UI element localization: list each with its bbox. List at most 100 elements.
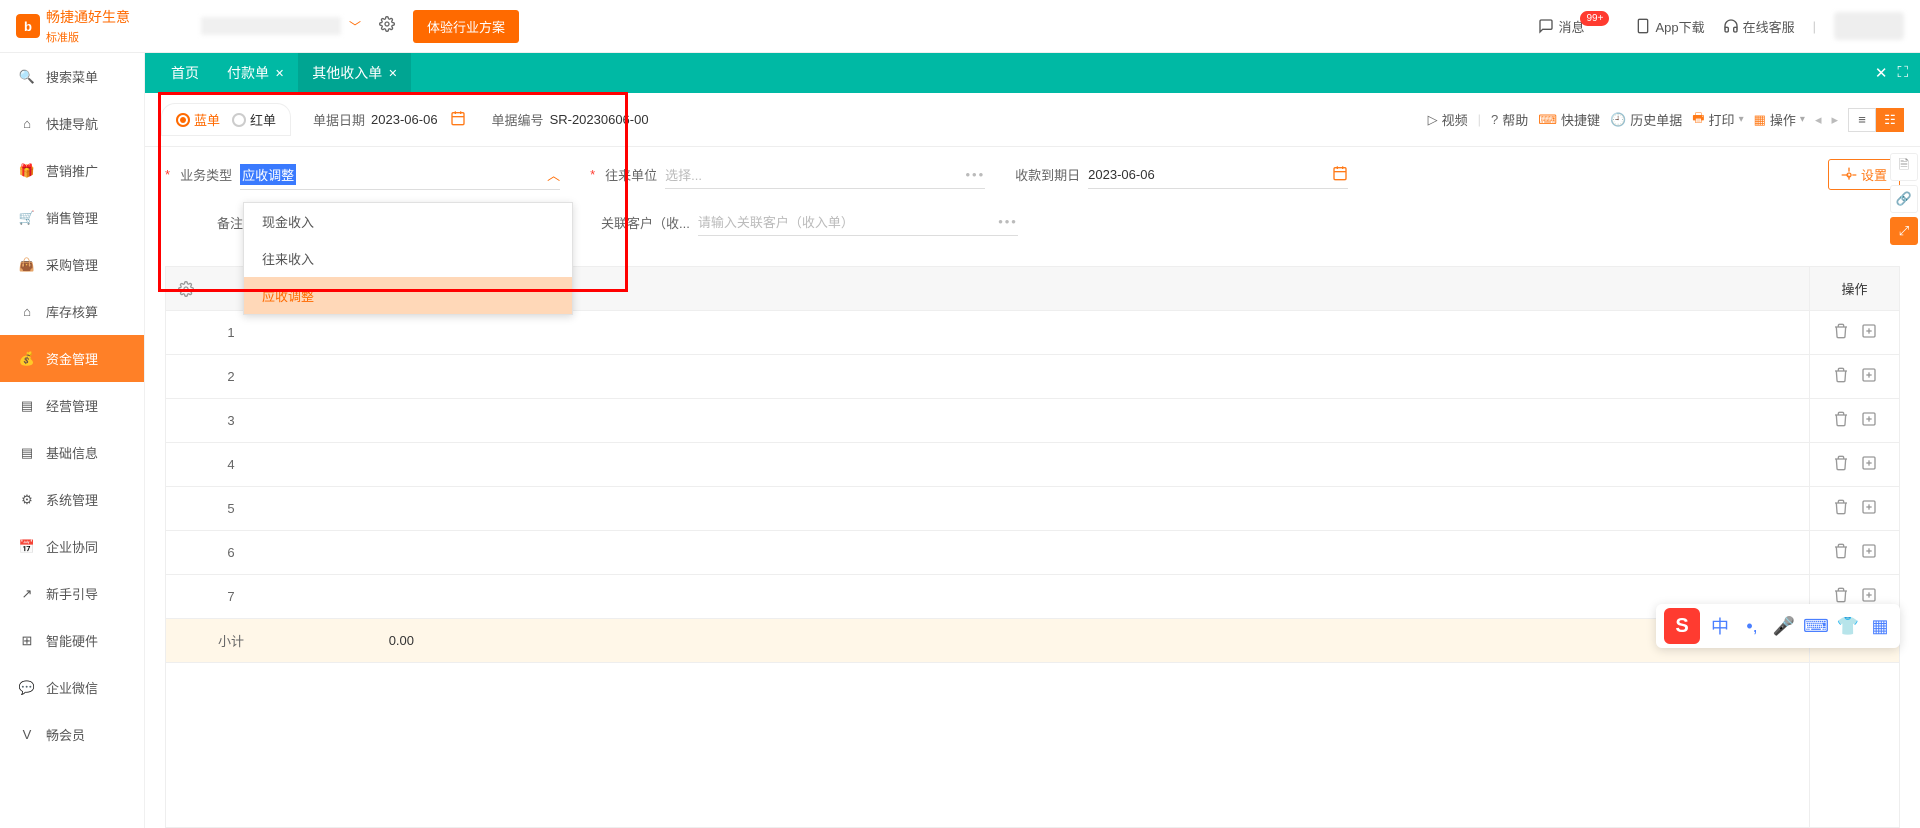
sidebar-item-11[interactable]: ↗新手引导 (0, 570, 144, 617)
ime-punct-icon[interactable]: •, (1740, 614, 1764, 638)
org-selector[interactable]: ﹀ (201, 17, 361, 35)
user-avatar-redacted[interactable] (1834, 12, 1904, 40)
sidebar-item-14[interactable]: V畅会员 (0, 711, 144, 758)
video-link[interactable]: ▷视频 (1428, 110, 1468, 129)
add-icon[interactable] (1861, 323, 1877, 342)
shortcut-link[interactable]: ⌨快捷键 (1538, 110, 1600, 129)
sidebar-item-5[interactable]: ⌂库存核算 (0, 288, 144, 335)
table-row[interactable]: 7 (166, 575, 1809, 619)
tab-2[interactable]: 其他收入单✕ (298, 53, 411, 93)
sidebar-item-13[interactable]: 💬企业微信 (0, 664, 144, 711)
close-icon[interactable]: ✕ (275, 67, 284, 80)
print-link[interactable]: 🖶打印▾ (1692, 109, 1743, 131)
dropdown-option-0[interactable]: 现金收入 (244, 203, 572, 240)
next-arrow-icon[interactable]: ▸ (1831, 112, 1838, 128)
logo[interactable]: b 畅捷通好生意 标准版 (16, 7, 161, 45)
delete-icon[interactable] (1833, 499, 1849, 518)
column-settings-button[interactable] (166, 281, 206, 297)
add-icon[interactable] (1861, 499, 1877, 518)
bag-icon: 👜 (18, 256, 36, 274)
sidebar-item-label: 采购管理 (46, 255, 98, 274)
radio-blue[interactable]: 蓝单 (176, 110, 220, 129)
box-icon: ⌂ (18, 303, 36, 321)
ime-keyboard-icon[interactable]: ⌨ (1804, 614, 1828, 638)
view-card-button[interactable]: ☷ (1876, 108, 1904, 132)
sidebar-item-0[interactable]: 🔍搜索菜单 (0, 53, 144, 100)
biz-type-select[interactable]: 应收调整 ︿ (240, 160, 560, 190)
sidebar-item-3[interactable]: 🛒销售管理 (0, 194, 144, 241)
help-link[interactable]: ?帮助 (1491, 110, 1528, 129)
sidebar-item-label: 基础信息 (46, 443, 98, 462)
dropdown-option-1[interactable]: 往来收入 (244, 240, 572, 277)
ime-mode-button[interactable]: 中 (1708, 614, 1732, 638)
sidebar-item-9[interactable]: ⚙系统管理 (0, 476, 144, 523)
table-row[interactable]: 1 (166, 311, 1809, 355)
rail-expand-icon[interactable]: ⤢ (1890, 217, 1918, 245)
table-row[interactable]: 5 (166, 487, 1809, 531)
chevron-up-icon: ︿ (547, 165, 560, 184)
partner-select[interactable]: 选择... ••• (665, 161, 985, 189)
sidebar-item-12[interactable]: ⊞智能硬件 (0, 617, 144, 664)
row-number: 6 (206, 545, 256, 560)
calendar-icon: 📅 (18, 538, 36, 556)
tab-1[interactable]: 付款单✕ (213, 53, 298, 93)
close-icon[interactable]: ✕ (388, 67, 397, 80)
partner-placeholder: 选择... (665, 165, 702, 184)
add-icon[interactable] (1861, 367, 1877, 386)
delete-icon[interactable] (1833, 543, 1849, 562)
ime-menu-icon[interactable]: ▦ (1868, 614, 1892, 638)
related-customer-input[interactable]: 请输入关联客户（收入单） ••• (698, 208, 1018, 236)
view-list-button[interactable]: ≡ (1848, 108, 1876, 132)
sidebar-item-label: 营销推广 (46, 161, 98, 180)
date-value[interactable]: 2023-06-06 (371, 112, 438, 127)
rail-attach-icon[interactable]: 🔗 (1890, 185, 1918, 213)
table-row[interactable]: 3 (166, 399, 1809, 443)
table-row[interactable]: 6 (166, 531, 1809, 575)
due-date-input[interactable]: 2023-06-06 (1088, 161, 1348, 189)
view-toggle: ≡ ☷ (1848, 108, 1904, 132)
delete-icon[interactable] (1833, 455, 1849, 474)
radio-checked-icon (176, 113, 190, 127)
sidebar-item-6[interactable]: 💰资金管理 (0, 335, 144, 382)
message-badge: 99+ (1580, 11, 1609, 26)
sidebar-item-4[interactable]: 👜 采购管理 (0, 241, 144, 288)
delete-icon[interactable] (1833, 411, 1849, 430)
add-icon[interactable] (1861, 543, 1877, 562)
rail-note-icon[interactable]: 🗎 (1890, 153, 1918, 181)
delete-icon[interactable] (1833, 323, 1849, 342)
detail-table: ⇅ * 收 1234567 小计 0.00 操作 (145, 266, 1920, 828)
ime-toolbar[interactable]: S 中 •, 🎤 ⌨ 👕 ▦ (1656, 604, 1900, 648)
dropdown-option-2[interactable]: 应收调整 (244, 277, 572, 314)
ime-skin-icon[interactable]: 👕 (1836, 614, 1860, 638)
table-row[interactable]: 4 (166, 443, 1809, 487)
add-icon[interactable] (1861, 411, 1877, 430)
ime-voice-icon[interactable]: 🎤 (1772, 614, 1796, 638)
action-link[interactable]: ▦操作▾ (1754, 110, 1805, 129)
more-icon[interactable]: ••• (998, 214, 1018, 229)
history-link[interactable]: 🕘历史单据 (1610, 110, 1682, 129)
more-icon[interactable]: ••• (966, 167, 986, 182)
sidebar-item-label: 企业协同 (46, 537, 98, 556)
tab-close-all-icon[interactable]: ✕ (1875, 64, 1888, 82)
sidebar-item-1[interactable]: ⌂快捷导航 (0, 100, 144, 147)
chart-icon: ▤ (18, 397, 36, 415)
calendar-icon[interactable] (1332, 165, 1348, 184)
sidebar-item-10[interactable]: 📅 企业协同 (0, 523, 144, 570)
help-icon: ? (1491, 112, 1498, 127)
prev-arrow-icon[interactable]: ◂ (1815, 112, 1822, 128)
delete-icon[interactable] (1833, 367, 1849, 386)
messages-link[interactable]: 消息 99+ (1538, 17, 1617, 36)
tab-0[interactable]: 首页 (157, 53, 213, 93)
sidebar-item-8[interactable]: ▤基础信息 (0, 429, 144, 476)
app-download-link[interactable]: App下载 (1635, 17, 1704, 36)
tab-expand-icon[interactable]: ⛶ (1897, 64, 1908, 82)
add-icon[interactable] (1861, 455, 1877, 474)
settings-gear-icon[interactable] (379, 16, 395, 37)
table-row[interactable]: 2 (166, 355, 1809, 399)
sidebar-item-2[interactable]: 🎁营销推广 (0, 147, 144, 194)
cta-button[interactable]: 体验行业方案 (413, 10, 519, 43)
radio-red[interactable]: 红单 (232, 110, 276, 129)
support-link[interactable]: 在线客服 (1723, 17, 1795, 36)
sidebar-item-7[interactable]: ▤经营管理 (0, 382, 144, 429)
calendar-icon[interactable] (450, 110, 466, 129)
